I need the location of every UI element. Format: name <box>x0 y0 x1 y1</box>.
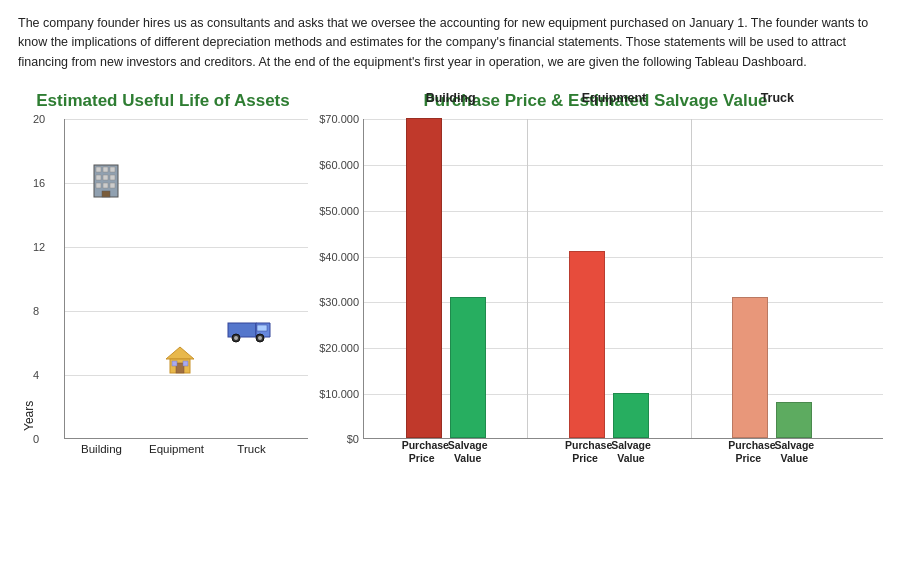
left-icon-building <box>92 163 120 199</box>
right-y-labels: $0$10.000$20.000$30.000$40.000$50.000$60… <box>308 119 363 439</box>
svg-rect-1 <box>96 167 101 172</box>
left-y-tick-label: 0 <box>33 433 39 445</box>
salvage-bar-building <box>450 297 486 439</box>
col-header-truck: Truck <box>696 91 859 105</box>
left-chart-area: Years 048121620 <box>18 119 308 455</box>
svg-rect-9 <box>110 183 115 188</box>
main-container: The company founder hires us as consulta… <box>0 0 901 475</box>
col-divider <box>527 119 528 438</box>
left-chart: Estimated Useful Life of Assets Years 04… <box>18 90 308 455</box>
left-gridline <box>65 119 308 120</box>
svg-marker-11 <box>166 347 194 359</box>
svg-rect-4 <box>96 175 101 180</box>
purchase-label-equipment: Purchase Price <box>565 439 605 464</box>
right-y-tick-label: $30.000 <box>319 296 359 308</box>
svg-rect-7 <box>96 183 101 188</box>
left-y-axis-label: Years <box>18 119 36 431</box>
right-y-tick-label: $10.000 <box>319 388 359 400</box>
right-gridline <box>364 257 883 258</box>
svg-point-22 <box>258 336 262 340</box>
right-y-tick-label: $60.000 <box>319 159 359 171</box>
salvage-label-truck: Salvage Value <box>774 439 814 464</box>
left-chart-plot: 048121620 <box>64 119 308 439</box>
right-chart-area: $0$10.000$20.000$30.000$40.000$50.000$60… <box>308 119 883 439</box>
right-gridline <box>364 302 883 303</box>
svg-point-20 <box>234 336 238 340</box>
right-y-tick-label: $70.000 <box>319 113 359 125</box>
right-gridline <box>364 165 883 166</box>
col-header-building: Building <box>369 91 532 105</box>
left-chart-inner: 048121620 <box>36 119 308 455</box>
svg-rect-6 <box>110 175 115 180</box>
right-gridline <box>364 348 883 349</box>
svg-rect-18 <box>257 325 267 331</box>
svg-rect-2 <box>103 167 108 172</box>
left-y-tick-label: 16 <box>33 177 45 189</box>
purchase-bar-truck <box>732 297 768 439</box>
right-x-label-group-truck: Purchase PriceSalvage Value <box>690 439 853 464</box>
right-x-label-group-building: Purchase PriceSalvage Value <box>363 439 526 464</box>
svg-rect-14 <box>172 361 177 366</box>
right-x-label-group-equipment: Purchase PriceSalvage Value <box>526 439 689 464</box>
description-text: The company founder hires us as consulta… <box>18 14 883 72</box>
left-chart-title: Estimated Useful Life of Assets <box>18 90 308 111</box>
charts-row: Estimated Useful Life of Assets Years 04… <box>18 90 883 464</box>
purchase-bar-building <box>406 118 442 438</box>
salvage-bar-truck <box>776 402 812 439</box>
left-y-tick-label: 12 <box>33 241 45 253</box>
salvage-bar-equipment <box>613 393 649 439</box>
purchase-label-building: Purchase Price <box>402 439 442 464</box>
left-x-label-truck: Truck <box>214 443 289 455</box>
left-x-labels: BuildingEquipmentTruck <box>64 443 308 455</box>
left-gridline <box>65 247 308 248</box>
svg-rect-5 <box>103 175 108 180</box>
right-x-labels: Purchase PriceSalvage ValuePurchase Pric… <box>363 439 883 464</box>
left-y-tick-label: 20 <box>33 113 45 125</box>
salvage-label-equipment: Salvage Value <box>611 439 651 464</box>
right-y-tick-label: $50.000 <box>319 205 359 217</box>
purchase-label-truck: Purchase Price <box>728 439 768 464</box>
col-divider <box>691 119 692 438</box>
svg-rect-3 <box>110 167 115 172</box>
left-y-tick-label: 4 <box>33 369 39 381</box>
right-y-tick-label: $40.000 <box>319 251 359 263</box>
left-gridline <box>65 311 308 312</box>
right-gridline <box>364 119 883 120</box>
svg-rect-10 <box>102 191 110 197</box>
purchase-bar-equipment <box>569 251 605 438</box>
salvage-label-building: Salvage Value <box>448 439 488 464</box>
right-y-tick-label: $0 <box>347 433 359 445</box>
right-chart: Purchase Price & Estimated Salvage Value… <box>308 90 883 464</box>
right-chart-plot: BuildingEquipmentTruck <box>363 119 883 439</box>
right-gridline <box>364 211 883 212</box>
left-x-label-building: Building <box>64 443 139 455</box>
left-icon-equipment <box>164 345 196 375</box>
svg-rect-16 <box>228 323 256 337</box>
right-y-tick-label: $20.000 <box>319 342 359 354</box>
left-x-label-equipment: Equipment <box>139 443 214 455</box>
left-icon-truck <box>227 317 271 343</box>
svg-rect-8 <box>103 183 108 188</box>
svg-rect-15 <box>183 361 188 366</box>
left-y-tick-label: 8 <box>33 305 39 317</box>
col-header-equipment: Equipment <box>532 91 695 105</box>
